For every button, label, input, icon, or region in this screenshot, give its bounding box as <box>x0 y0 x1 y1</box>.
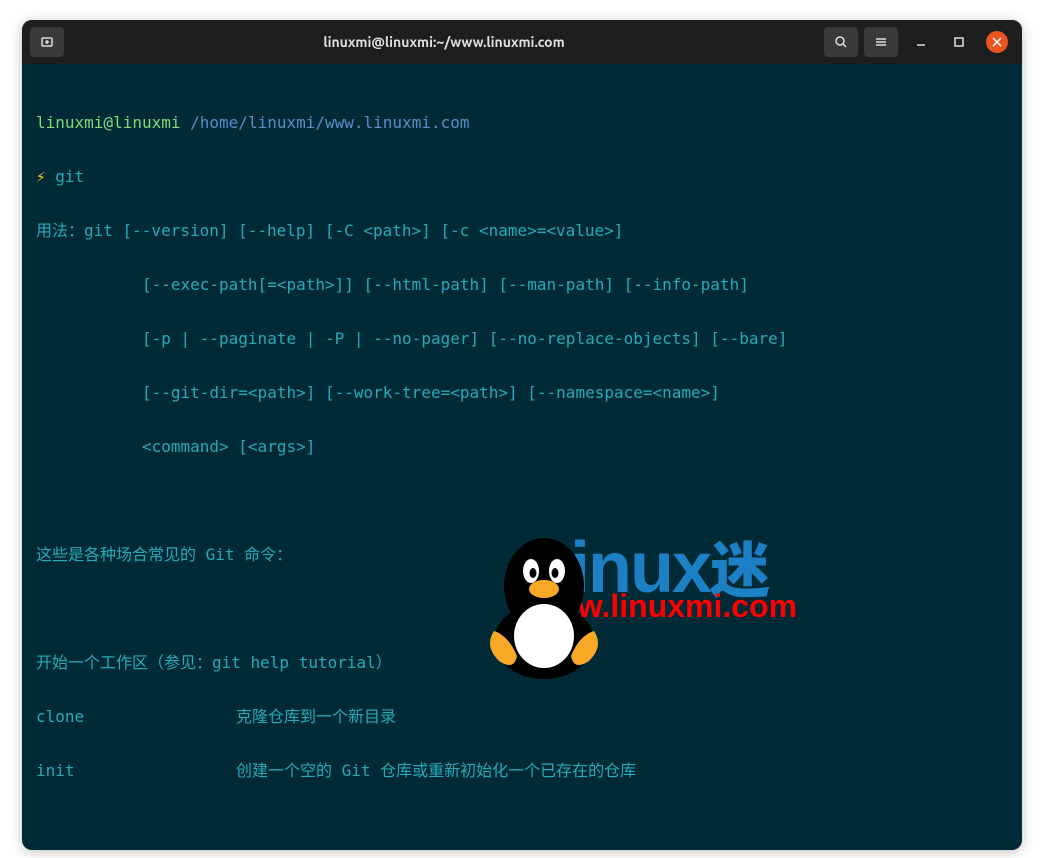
cmd-name: init <box>36 757 236 784</box>
prompt-user: linuxmi@linuxmi <box>36 113 181 132</box>
command-input: git <box>55 167 84 186</box>
new-tab-button[interactable] <box>30 27 64 57</box>
usage-line: [--exec-path[=<path>]] [--html-path] [--… <box>36 271 1008 298</box>
lightning-icon: ⚡ <box>36 167 46 186</box>
window-title: linuxmi@linuxmi:~/www.linuxmi.com <box>70 34 818 50</box>
usage-line: [--git-dir=<path>] [--work-tree=<path>] … <box>36 379 1008 406</box>
close-button[interactable] <box>986 31 1008 53</box>
usage-line: <command> [<args>] <box>36 433 1008 460</box>
menu-button[interactable] <box>864 27 898 57</box>
cmd-name: clone <box>36 703 236 730</box>
section-title: 开始一个工作区（参见：git help tutorial） <box>36 649 1008 676</box>
cmd-desc: 克隆仓库到一个新目录 <box>236 703 396 730</box>
tux-icon <box>402 504 532 654</box>
usage-line: 用法：git [--version] [--help] [-C <path>] … <box>36 217 1008 244</box>
search-button[interactable] <box>824 27 858 57</box>
prompt-path: /home/linuxmi/www.linuxmi.com <box>190 113 469 132</box>
section-header: 这些是各种场合常见的 Git 命令： <box>36 541 1008 568</box>
usage-line: [-p | --paginate | -P | --no-pager] [--n… <box>36 325 1008 352</box>
terminal-content[interactable]: linuxmi@linuxmi /home/linuxmi/www.linuxm… <box>22 64 1022 850</box>
minimize-button[interactable] <box>910 31 932 53</box>
cmd-desc: 创建一个空的 Git 仓库或重新初始化一个已存在的仓库 <box>236 757 636 784</box>
titlebar: linuxmi@linuxmi:~/www.linuxmi.com <box>22 20 1022 64</box>
watermark: Linux 迷 www.linuxmi.com <box>402 504 797 654</box>
maximize-button[interactable] <box>948 31 970 53</box>
terminal-window: linuxmi@linuxmi:~/www.linuxmi.com linuxm… <box>22 20 1022 850</box>
